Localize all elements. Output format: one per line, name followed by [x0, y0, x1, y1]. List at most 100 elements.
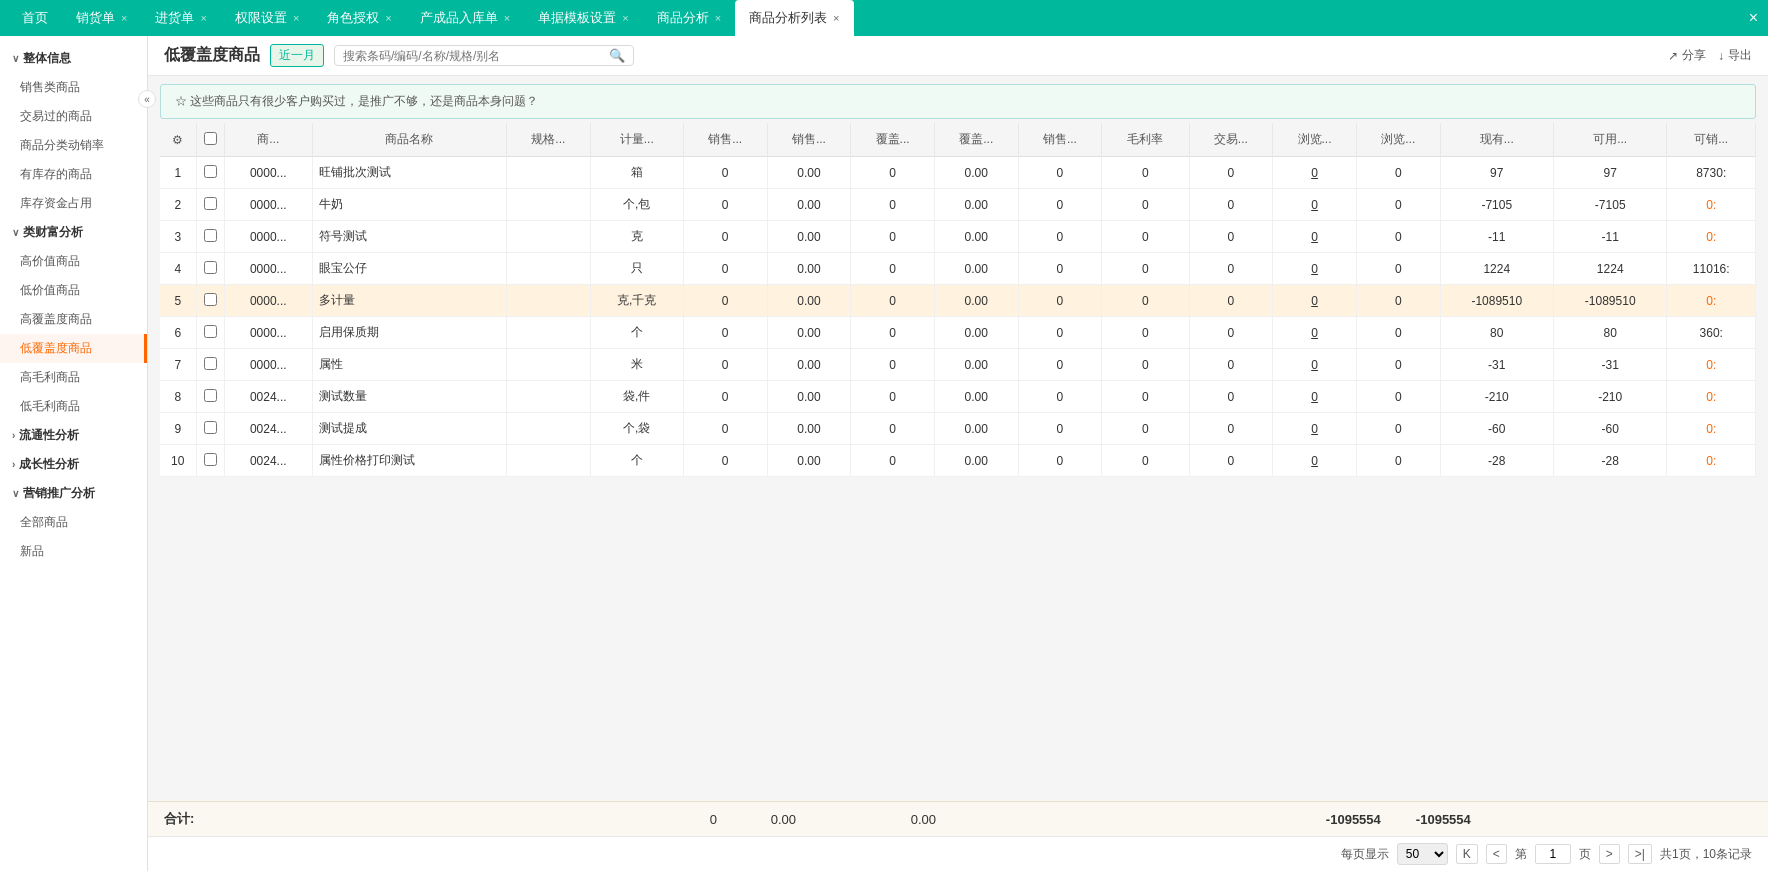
- row-name: 测试提成: [312, 413, 506, 445]
- row-checkbox[interactable]: [196, 285, 224, 317]
- row-browse1[interactable]: 0: [1273, 413, 1357, 445]
- sidebar-item-sales-goods[interactable]: 销售类商品: [0, 73, 147, 102]
- sidebar-item-inventory-fund[interactable]: 库存资金占用: [0, 189, 147, 218]
- row-cover1: 0: [851, 317, 935, 349]
- table-row: 7 0000... 属性 米 0 0.00 0 0.00 0 0 0 0 0 -…: [160, 349, 1756, 381]
- share-button[interactable]: ↗ 分享: [1668, 47, 1706, 64]
- sidebar-item-low-margin[interactable]: 低毛利商品: [0, 392, 147, 421]
- row-num: 9: [160, 413, 196, 445]
- per-page-select[interactable]: 50 20 100 200: [1397, 843, 1448, 865]
- table-row: 5 0000... 多计量 克,千克 0 0.00 0 0.00 0 0 0 0…: [160, 285, 1756, 317]
- row-num: 8: [160, 381, 196, 413]
- row-browse1[interactable]: 0: [1273, 349, 1357, 381]
- row-sales-qty: 0: [683, 253, 767, 285]
- nav-tab-analysis-list[interactable]: 商品分析列表 ×: [735, 0, 853, 36]
- nav-tab-template[interactable]: 单据模板设置 ×: [524, 0, 642, 36]
- nav-tab-analysis[interactable]: 商品分析 ×: [643, 0, 735, 36]
- table-row: 8 0024... 测试数量 袋,件 0 0.00 0 0.00 0 0 0 0…: [160, 381, 1756, 413]
- row-browse1[interactable]: 0: [1273, 157, 1357, 189]
- close-tab-purchase[interactable]: ×: [200, 12, 206, 24]
- row-name: 旺铺批次测试: [312, 157, 506, 189]
- sidebar-item-category-rate[interactable]: 商品分类动销率: [0, 131, 147, 160]
- sidebar-item-high-margin[interactable]: 高毛利商品: [0, 363, 147, 392]
- share-icon: ↗: [1668, 49, 1678, 63]
- sidebar-section-overall[interactable]: ∨ 整体信息: [0, 44, 147, 73]
- row-checkbox[interactable]: [196, 381, 224, 413]
- row-name: 眼宝公仔: [312, 253, 506, 285]
- close-tab-analysis-list[interactable]: ×: [833, 12, 839, 24]
- select-all-checkbox[interactable]: [204, 132, 217, 145]
- row-available: -28: [1554, 445, 1667, 477]
- sidebar-collapse-button[interactable]: «: [138, 90, 156, 108]
- row-available: -11: [1554, 221, 1667, 253]
- export-button[interactable]: ↓ 导出: [1718, 47, 1752, 64]
- row-checkbox[interactable]: [196, 317, 224, 349]
- close-all-button[interactable]: ×: [1749, 9, 1758, 27]
- row-browse1[interactable]: 0: [1273, 381, 1357, 413]
- sidebar-section-wealth[interactable]: ∨ 类财富分析: [0, 218, 147, 247]
- row-checkbox[interactable]: [196, 253, 224, 285]
- close-tab-analysis[interactable]: ×: [715, 12, 721, 24]
- row-cover2: 0.00: [934, 253, 1018, 285]
- row-sales-amt: 0.00: [767, 381, 851, 413]
- table-row: 9 0024... 测试提成 个,袋 0 0.00 0 0.00 0 0 0 0…: [160, 413, 1756, 445]
- nav-tab-sales[interactable]: 销货单 ×: [62, 0, 141, 36]
- close-tab-sales[interactable]: ×: [121, 12, 127, 24]
- close-tab-template[interactable]: ×: [622, 12, 628, 24]
- search-icon[interactable]: 🔍: [609, 48, 625, 63]
- page-input[interactable]: [1535, 844, 1571, 864]
- row-browse1[interactable]: 0: [1273, 253, 1357, 285]
- row-checkbox[interactable]: [196, 189, 224, 221]
- nav-tab-home[interactable]: 首页: [8, 0, 62, 36]
- nav-tab-purchase[interactable]: 进货单 ×: [141, 0, 220, 36]
- sidebar-section-marketing[interactable]: ∨ 营销推广分析: [0, 479, 147, 508]
- row-checkbox[interactable]: [196, 445, 224, 477]
- sidebar-item-high-coverage[interactable]: 高覆盖度商品: [0, 305, 147, 334]
- sidebar-item-low-value[interactable]: 低价值商品: [0, 276, 147, 305]
- row-browse1[interactable]: 0: [1273, 317, 1357, 349]
- row-unit: 个: [590, 317, 683, 349]
- first-page-button[interactable]: K: [1456, 844, 1478, 864]
- row-checkbox[interactable]: [196, 413, 224, 445]
- sidebar-item-stocked-goods[interactable]: 有库存的商品: [0, 160, 147, 189]
- row-num: 4: [160, 253, 196, 285]
- row-browse1[interactable]: 0: [1273, 285, 1357, 317]
- last-page-button[interactable]: >|: [1628, 844, 1652, 864]
- sidebar-item-all-goods[interactable]: 全部商品: [0, 508, 147, 537]
- close-tab-role[interactable]: ×: [385, 12, 391, 24]
- sidebar-section-flow[interactable]: › 流通性分析: [0, 421, 147, 450]
- row-unit: 米: [590, 349, 683, 381]
- row-sales-amt: 0.00: [767, 189, 851, 221]
- row-margin: 0: [1102, 413, 1189, 445]
- row-checkbox[interactable]: [196, 221, 224, 253]
- row-sales3: 0: [1018, 157, 1102, 189]
- next-page-button[interactable]: >: [1599, 844, 1620, 864]
- sidebar-item-high-value[interactable]: 高价值商品: [0, 247, 147, 276]
- sidebar-item-new-goods[interactable]: 新品: [0, 537, 147, 566]
- totals-label: 合计:: [164, 810, 194, 828]
- close-tab-permission[interactable]: ×: [293, 12, 299, 24]
- row-browse1[interactable]: 0: [1273, 221, 1357, 253]
- row-num: 10: [160, 445, 196, 477]
- nav-tab-role[interactable]: 角色授权 ×: [313, 0, 405, 36]
- nav-tab-instock[interactable]: 产成品入库单 ×: [406, 0, 524, 36]
- row-browse1[interactable]: 0: [1273, 445, 1357, 477]
- col-settings[interactable]: ⚙: [160, 123, 196, 157]
- sidebar-section-growth[interactable]: › 成长性分析: [0, 450, 147, 479]
- sidebar-item-low-coverage[interactable]: 低覆盖度商品: [0, 334, 147, 363]
- search-input[interactable]: [343, 49, 609, 63]
- col-trade: 交易...: [1189, 123, 1273, 157]
- col-margin: 毛利率: [1102, 123, 1189, 157]
- row-spec: [507, 445, 591, 477]
- prev-page-button[interactable]: <: [1486, 844, 1507, 864]
- total-records-label: 共1页，10条记录: [1660, 846, 1752, 863]
- period-button[interactable]: 近一月: [270, 44, 324, 67]
- row-checkbox[interactable]: [196, 349, 224, 381]
- row-browse1[interactable]: 0: [1273, 189, 1357, 221]
- row-current: 80: [1440, 317, 1553, 349]
- chevron-down-icon-2: ∨: [12, 227, 19, 238]
- close-tab-instock[interactable]: ×: [504, 12, 510, 24]
- nav-tab-permission[interactable]: 权限设置 ×: [221, 0, 313, 36]
- sidebar-item-traded-goods[interactable]: 交易过的商品: [0, 102, 147, 131]
- row-checkbox[interactable]: [196, 157, 224, 189]
